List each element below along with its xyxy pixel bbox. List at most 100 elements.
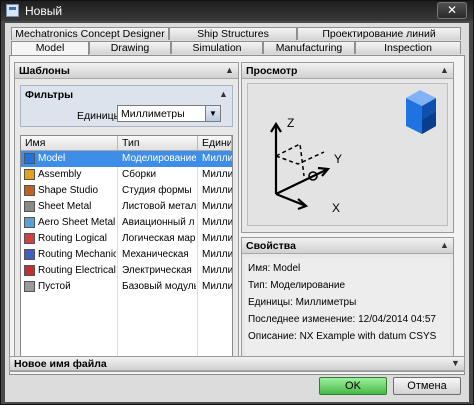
- row-name: Пустой: [38, 281, 71, 292]
- row-unit: Милли: [202, 185, 232, 196]
- ok-button[interactable]: OK: [319, 377, 387, 395]
- table-row[interactable]: Model Моделирование Милли: [21, 151, 232, 167]
- expand-icon[interactable]: ▼: [450, 358, 461, 369]
- property-type: Тип: Моделирование: [248, 280, 346, 291]
- app-icon: [6, 4, 19, 17]
- tab-manufacturing[interactable]: Manufacturing: [263, 41, 355, 54]
- row-name: Routing Mechanical: [38, 249, 116, 260]
- row-unit: Милли: [202, 233, 232, 244]
- table-row[interactable]: Пустой Базовый модуль Милли: [21, 279, 232, 295]
- row-name: Assembly: [38, 169, 82, 180]
- routing-logical-icon: [24, 233, 35, 244]
- row-type: Листовой металл: [122, 201, 196, 212]
- row-unit: Милли: [202, 153, 232, 164]
- property-units: Единицы: Миллиметры: [248, 297, 357, 308]
- tab-ship-structures[interactable]: Ship Structures: [169, 27, 297, 40]
- row-unit: Милли: [202, 265, 232, 276]
- property-modified: Последнее изменение: 12/04/2014 04:57: [248, 314, 436, 325]
- row-type: Логическая мар: [122, 233, 196, 244]
- row-type: Моделирование: [122, 153, 196, 164]
- row-unit: Милли: [202, 169, 232, 180]
- sheet-metal-icon: [24, 201, 35, 212]
- templates-panel: Шаблоны ▲ Фильтры ▲ Единицы Миллиметры ▼ …: [14, 62, 239, 370]
- property-name: Имя: Model: [248, 263, 301, 274]
- property-description: Описание: NX Example with datum CSYS: [248, 331, 437, 342]
- row-name: Routing Electrical: [38, 265, 116, 276]
- row-type: Электрическая: [122, 265, 192, 276]
- dialog-body: Mechatronics Concept Designer Ship Struc…: [5, 23, 469, 402]
- cancel-button[interactable]: Отмена: [393, 377, 461, 395]
- row-unit: Милли: [202, 201, 232, 212]
- properties-collapse-icon[interactable]: ▲: [439, 240, 450, 251]
- row-name: Aero Sheet Metal: [38, 217, 116, 228]
- routing-mechanical-icon: [24, 249, 35, 260]
- units-select[interactable]: Миллиметры ▼: [117, 105, 221, 122]
- preview-image: Z Y X: [247, 83, 448, 226]
- close-button[interactable]: ✕: [437, 2, 467, 19]
- z-axis-label: Z: [287, 116, 294, 130]
- filters-header: Фильтры: [25, 89, 74, 101]
- row-unit: Милли: [202, 249, 232, 260]
- model-icon: [24, 153, 35, 164]
- table-row[interactable]: Routing Logical Логическая мар Милли: [21, 231, 232, 247]
- table-row[interactable]: Sheet Metal Листовой металл Милли: [21, 199, 232, 215]
- units-select-value: Миллиметры: [121, 108, 185, 120]
- properties-header-label: Свойства: [246, 240, 296, 252]
- chevron-down-icon[interactable]: ▼: [205, 106, 220, 121]
- row-unit: Милли: [202, 217, 232, 228]
- templates-header-label: Шаблоны: [19, 65, 70, 77]
- row-type: Студия формы: [122, 185, 192, 196]
- column-header-type[interactable]: Тип: [118, 136, 198, 151]
- window-title: Новый: [25, 4, 63, 18]
- row-type: Механическая: [122, 249, 189, 260]
- tab-inspection[interactable]: Inspection: [355, 41, 461, 54]
- assembly-icon: [24, 169, 35, 180]
- tab-drawing[interactable]: Drawing: [89, 41, 171, 54]
- properties-body: Имя: Model Тип: Моделирование Единицы: М…: [245, 258, 450, 366]
- row-name: Routing Logical: [38, 233, 107, 244]
- blank-icon: [24, 281, 35, 292]
- collapse-icon[interactable]: ▲: [224, 65, 235, 76]
- tab-simulation[interactable]: Simulation: [171, 41, 263, 54]
- column-header-name[interactable]: Имя: [21, 136, 118, 151]
- dialog-window: Новый ✕ Mechatronics Concept Designer Sh…: [0, 0, 474, 405]
- templates-header[interactable]: Шаблоны ▲: [15, 63, 238, 79]
- tab-content: Шаблоны ▲ Фильтры ▲ Единицы Миллиметры ▼ …: [9, 55, 465, 375]
- row-name: Sheet Metal: [38, 201, 92, 212]
- aero-sheet-metal-icon: [24, 217, 35, 228]
- filters-panel: Фильтры ▲ Единицы Миллиметры ▼: [20, 85, 233, 127]
- row-unit: Милли: [202, 281, 232, 292]
- title-bar[interactable]: Новый ✕: [1, 1, 473, 21]
- table-row[interactable]: Shape Studio Студия формы Милли: [21, 183, 232, 199]
- tab-model[interactable]: Model: [11, 41, 89, 55]
- filters-collapse-icon[interactable]: ▲: [218, 89, 229, 100]
- new-filename-header[interactable]: Новое имя файла ▼: [10, 357, 464, 371]
- row-name: Shape Studio: [38, 185, 99, 196]
- new-filename-label: Новое имя файла: [14, 358, 107, 370]
- preview-collapse-icon[interactable]: ▲: [439, 65, 450, 76]
- tab-line-design[interactable]: Проектирование линий: [297, 27, 461, 40]
- datum-csys-icon: [270, 121, 331, 211]
- row-type: Сборки: [122, 169, 157, 180]
- row-type: Базовый модуль: [122, 281, 196, 292]
- new-filename-panel: Новое имя файла ▼: [9, 356, 465, 372]
- column-header-units[interactable]: Едини: [198, 136, 232, 151]
- routing-electrical-icon: [24, 265, 35, 276]
- row-type: Авиационный л: [122, 217, 195, 228]
- templates-table: Имя Тип Едини Model Моделирование Милли Ass…: [20, 135, 233, 367]
- properties-panel: Свойства ▲ Имя: Model Тип: Моделирование …: [241, 237, 454, 370]
- shape-studio-icon: [24, 185, 35, 196]
- row-name: Model: [38, 153, 66, 164]
- x-axis-label: X: [332, 201, 340, 215]
- table-row[interactable]: Routing Mechanical Механическая Милли: [21, 247, 232, 263]
- preview-header-label: Просмотр: [246, 65, 298, 77]
- table-row[interactable]: Assembly Сборки Милли: [21, 167, 232, 183]
- units-label: Единицы: [77, 110, 122, 122]
- tab-mechatronics[interactable]: Mechatronics Concept Designer: [11, 27, 169, 40]
- properties-header[interactable]: Свойства ▲: [242, 238, 453, 254]
- table-row[interactable]: Aero Sheet Metal Авиационный л Милли: [21, 215, 232, 231]
- preview-panel: Просмотр ▲ Z Y X: [241, 62, 454, 233]
- y-axis-label: Y: [334, 152, 342, 166]
- table-row[interactable]: Routing Electrical Электрическая Милли: [21, 263, 232, 279]
- preview-header[interactable]: Просмотр ▲: [242, 63, 453, 79]
